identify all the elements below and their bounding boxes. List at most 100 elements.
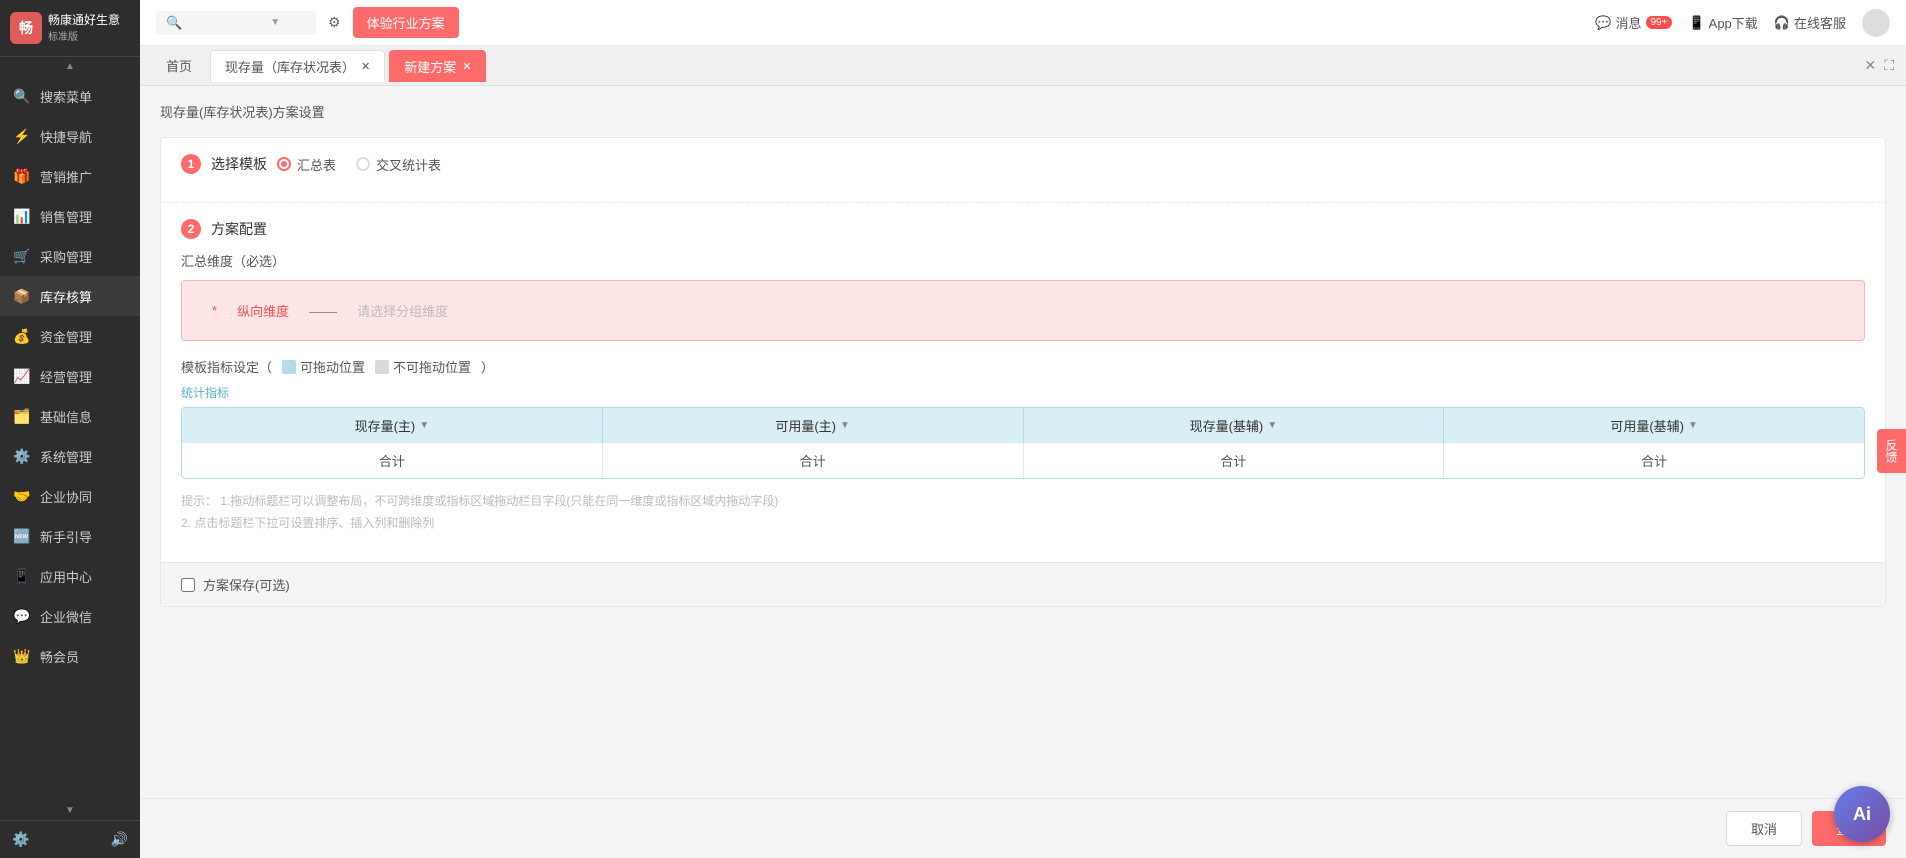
- non-draggable-badge: [375, 360, 389, 374]
- step2-number: 2: [181, 219, 201, 239]
- sidebar-item-app-center[interactable]: 📱 应用中心: [0, 556, 140, 596]
- tab-inventory-status-close[interactable]: ✕: [361, 60, 370, 73]
- sidebar-item-label: 营销推广: [40, 167, 92, 186]
- gear-icon[interactable]: ⚙: [328, 14, 341, 31]
- sidebar-item-sales[interactable]: 📊 销售管理: [0, 196, 140, 236]
- col-2-dropdown-icon[interactable]: ▼: [840, 420, 850, 431]
- tab-new-plan-close[interactable]: ✕: [462, 60, 471, 73]
- stat-table: 现存量(主) ▼ 可用量(主) ▼ 现存量(基辅) ▼: [181, 407, 1865, 479]
- sidebar-item-marketing[interactable]: 🎁 营销推广: [0, 156, 140, 196]
- hint-1: 提示： 1.拖动标题栏可以调整布局，不可跨维度或指标区域拖动栏目字段(只能在同一…: [181, 491, 1865, 513]
- main-area: 🔍 ▼ ⚙ 体验行业方案 💬 消息 99+ 📱 App下载 🎧 在线客服: [140, 0, 1906, 858]
- page-title: 现存量(库存状况表)方案设置: [160, 102, 1886, 121]
- dim-arrow: ——: [309, 303, 337, 319]
- sidebar-item-search[interactable]: 🔍 搜索菜单: [0, 76, 140, 116]
- sidebar-bottom: ⚙️ 🔊: [0, 820, 140, 858]
- stat-col-1-header[interactable]: 现存量(主) ▼: [182, 408, 603, 443]
- indicator-settings: 模板指标设定（ 可拖动位置 不可拖动位置 ） 统计指标: [181, 357, 1865, 534]
- sidebar-item-label: 快捷导航: [40, 127, 92, 146]
- stat-col-4-value: 合计: [1444, 443, 1864, 478]
- col-1-dropdown-icon[interactable]: ▼: [419, 420, 429, 431]
- stat-col-3-value: 合计: [1024, 443, 1445, 478]
- sidebar-item-finance[interactable]: 💰 资金管理: [0, 316, 140, 356]
- online-service-button[interactable]: 🎧 在线客服: [1774, 13, 1846, 32]
- service-icon: 🎧: [1774, 15, 1790, 31]
- expand-panel-icon[interactable]: ⛶: [1884, 57, 1894, 74]
- sidebar-item-inventory[interactable]: 📦 库存核算: [0, 276, 140, 316]
- avatar[interactable]: [1862, 9, 1890, 37]
- sidebar-item-member[interactable]: 👑 畅会员: [0, 636, 140, 676]
- sidebar-item-purchase[interactable]: 🛒 采购管理: [0, 236, 140, 276]
- radio-summary[interactable]: 汇总表: [277, 155, 336, 174]
- tab-home[interactable]: 首页: [152, 50, 206, 81]
- sidebar-nav: 🔍 搜索菜单 ⚡ 快捷导航 🎁 营销推广 📊 销售管理 🛒 采购管理 📦 库存核…: [0, 76, 140, 801]
- search-dropdown-icon[interactable]: ▼: [270, 17, 280, 28]
- indicator-settings-label: 模板指标设定（ 可拖动位置 不可拖动位置 ）: [181, 357, 1865, 376]
- sidebar-item-operations[interactable]: 📈 经营管理: [0, 356, 140, 396]
- member-icon: 👑: [12, 646, 32, 666]
- stat-col-2-header[interactable]: 可用量(主) ▼: [603, 408, 1024, 443]
- shortcut-icon: ⚡: [12, 126, 32, 146]
- dim-config-area[interactable]: * 纵向维度 —— 请选择分组维度: [181, 280, 1865, 341]
- step2-title: 方案配置: [211, 219, 267, 239]
- stat-table-wrapper: 统计指标 现存量(主) ▼ 可用量(主) ▼: [181, 384, 1865, 479]
- sidebar-item-label: 企业微信: [40, 607, 92, 626]
- trial-button[interactable]: 体验行业方案: [353, 7, 459, 38]
- radio-cross-dot: [356, 157, 370, 171]
- save-option-label: 方案保存(可选): [203, 575, 290, 594]
- step1-header: 1 选择模板 汇总表 交叉统计表: [181, 154, 1865, 174]
- save-checkbox[interactable]: [181, 578, 195, 592]
- stat-col-1-value: 合计: [182, 443, 603, 478]
- ai-badge[interactable]: Ai: [1834, 786, 1890, 842]
- audio-bottom-icon[interactable]: 🔊: [111, 831, 128, 848]
- radio-cross[interactable]: 交叉统计表: [356, 155, 441, 174]
- finance-icon: 💰: [12, 326, 32, 346]
- operations-icon: 📈: [12, 366, 32, 386]
- service-label: 在线客服: [1794, 13, 1846, 32]
- inventory-icon: 📦: [12, 286, 32, 306]
- search-input[interactable]: [186, 16, 266, 30]
- sales-icon: 📊: [12, 206, 32, 226]
- app-download-label: App下载: [1709, 13, 1758, 32]
- stat-header-row: 现存量(主) ▼ 可用量(主) ▼ 现存量(基辅) ▼: [182, 408, 1864, 443]
- step1-title: 选择模板: [211, 154, 267, 174]
- col-4-dropdown-icon[interactable]: ▼: [1688, 420, 1698, 431]
- app-icon: 📱: [1688, 15, 1704, 31]
- sidebar-item-label: 采购管理: [40, 247, 92, 266]
- stat-col-3-header[interactable]: 现存量(基辅) ▼: [1024, 408, 1445, 443]
- save-option: 方案保存(可选): [161, 562, 1885, 606]
- topbar-search-box[interactable]: 🔍 ▼: [156, 11, 316, 35]
- draggable-label: 可拖动位置: [300, 357, 365, 376]
- sidebar-item-label: 经营管理: [40, 367, 92, 386]
- app-download-button[interactable]: 📱 App下载: [1688, 13, 1757, 32]
- sidebar-item-system[interactable]: ⚙️ 系统管理: [0, 436, 140, 476]
- message-label: 消息: [1615, 13, 1641, 32]
- app-name: 畅康通好生意: [48, 13, 120, 29]
- sidebar-item-shortcut[interactable]: ⚡ 快捷导航: [0, 116, 140, 156]
- sidebar-item-wechat[interactable]: 💬 企业微信: [0, 596, 140, 636]
- basic-info-icon: 🗂️: [12, 406, 32, 426]
- sidebar-item-label: 应用中心: [40, 567, 92, 586]
- settings-bottom-icon[interactable]: ⚙️: [12, 831, 29, 848]
- tab-new-plan-label: 新建方案: [404, 57, 456, 76]
- hint-section: 提示： 1.拖动标题栏可以调整布局，不可跨维度或指标区域拖动栏目字段(只能在同一…: [181, 491, 1865, 534]
- stat-col-4-header[interactable]: 可用量(基辅) ▼: [1444, 408, 1864, 443]
- wechat-icon: 💬: [12, 606, 32, 626]
- draggable-badge: [282, 360, 296, 374]
- sidebar-item-cooperation[interactable]: 🤝 企业协同: [0, 476, 140, 516]
- tab-new-plan[interactable]: 新建方案 ✕: [389, 50, 486, 82]
- sidebar-item-basic-info[interactable]: 🗂️ 基础信息: [0, 396, 140, 436]
- hint-2: 2. 点击标题栏下拉可设置排序、插入列和删除列: [181, 513, 1865, 535]
- topbar-right: 💬 消息 99+ 📱 App下载 🎧 在线客服: [1595, 9, 1890, 37]
- sidebar-scroll-up[interactable]: ▲: [0, 57, 140, 76]
- sidebar-scroll-down[interactable]: ▼: [0, 801, 140, 820]
- message-button[interactable]: 💬 消息 99+: [1595, 13, 1672, 32]
- topbar: 🔍 ▼ ⚙ 体验行业方案 💬 消息 99+ 📱 App下载 🎧 在线客服: [140, 0, 1906, 46]
- tab-inventory-status[interactable]: 现存量（库存状况表） ✕: [210, 50, 385, 82]
- close-panel-icon[interactable]: ✕: [1864, 57, 1876, 74]
- purchase-icon: 🛒: [12, 246, 32, 266]
- col-3-dropdown-icon[interactable]: ▼: [1267, 420, 1277, 431]
- cancel-button[interactable]: 取消: [1726, 811, 1802, 846]
- sidebar-item-new-guide[interactable]: 🆕 新手引导: [0, 516, 140, 556]
- feedback-float[interactable]: 反馈: [1877, 429, 1906, 473]
